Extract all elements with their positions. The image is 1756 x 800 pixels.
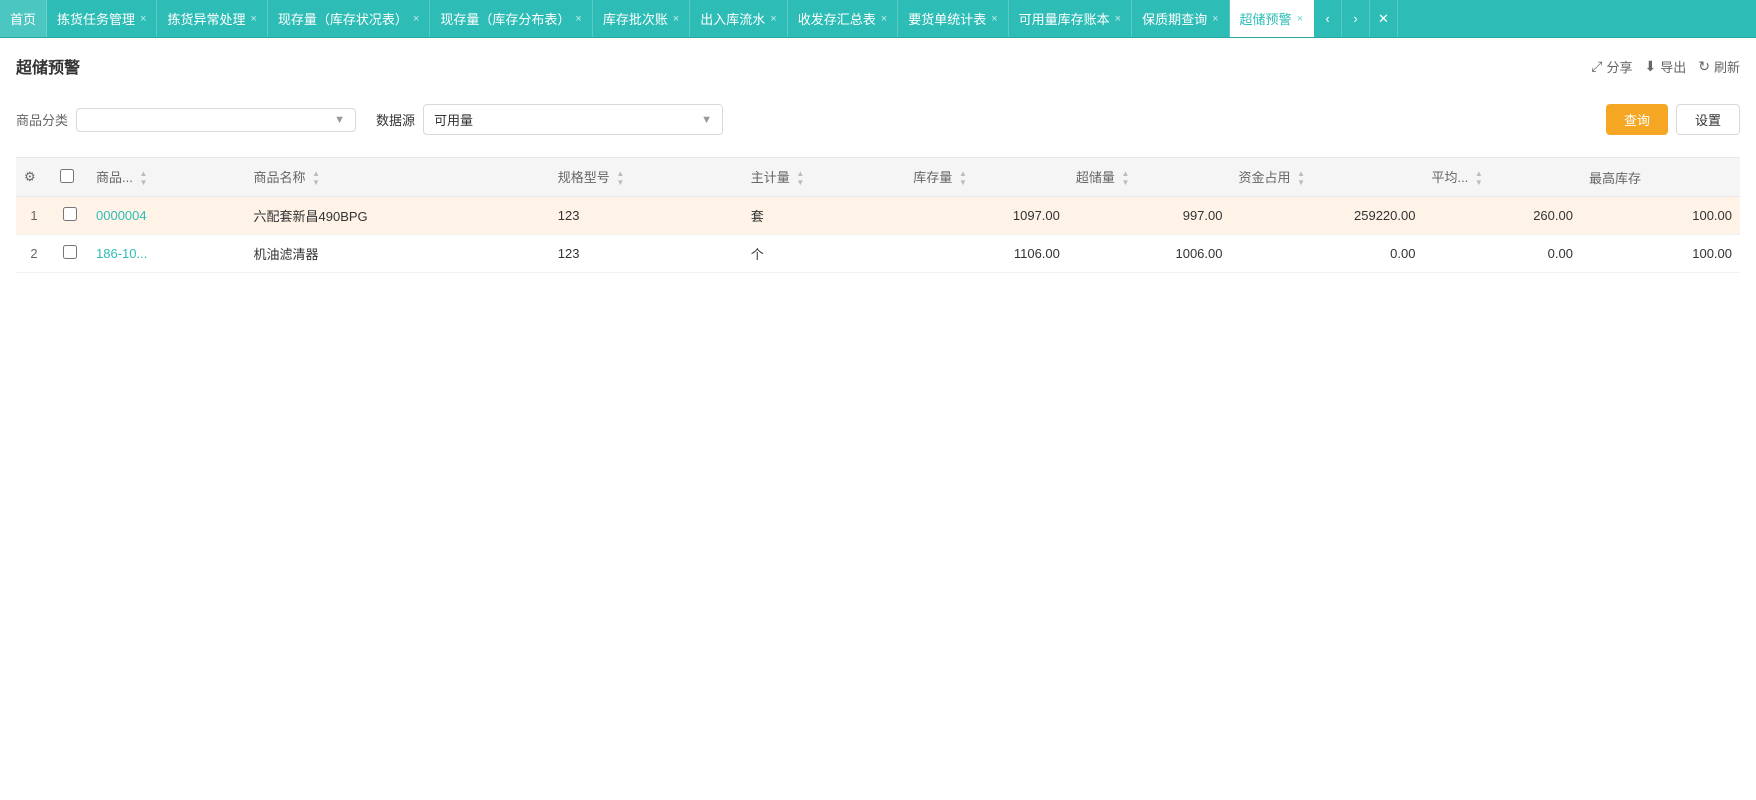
th-spec: 规格型号 ▲ ▼: [550, 158, 743, 197]
row-product-code-1: 0000004: [88, 197, 246, 235]
row-checkbox-2[interactable]: [52, 235, 88, 273]
table-row: 2 186-10... 机油滤清器 123 个 1106.00 1006.00 …: [16, 235, 1740, 273]
topbar: 首页 拣货任务管理 × 拣货异常处理 × 现存量（库存状况表） × 现存量（库存…: [0, 0, 1756, 38]
close-tab-batch[interactable]: ×: [673, 13, 679, 25]
close-tab-collect[interactable]: ×: [881, 13, 887, 25]
row-capital-2: 0.00: [1230, 235, 1423, 273]
share-button[interactable]: ⤢ 分享: [1591, 57, 1632, 76]
filter-category: 商品分类 ▼: [16, 108, 356, 132]
row-product-name-1: 六配套新昌490BPG: [246, 197, 550, 235]
tab-exception[interactable]: 拣货异常处理 ×: [157, 0, 267, 38]
tab-nav-close[interactable]: ✕: [1370, 0, 1398, 38]
row-avg-1: 260.00: [1423, 197, 1581, 235]
th-max-stock: 最高库存: [1581, 158, 1740, 197]
th-overstock: 超储量 ▲ ▼: [1068, 158, 1231, 197]
tab-collect[interactable]: 收发存汇总表 ×: [788, 0, 898, 38]
th-product-code: 商品... ▲ ▼: [88, 158, 246, 197]
sort-icon-spec[interactable]: ▲ ▼: [616, 170, 624, 187]
tab-overstock[interactable]: 超储预警 ×: [1230, 0, 1314, 38]
data-table: ⚙ 商品... ▲ ▼ 商品名称 ▲ ▼: [16, 157, 1740, 273]
row-avg-2: 0.00: [1423, 235, 1581, 273]
tab-inventory-dist[interactable]: 现存量（库存分布表） ×: [430, 0, 592, 38]
row-spec-2: 123: [550, 235, 743, 273]
sort-icon-stock[interactable]: ▲ ▼: [959, 170, 967, 187]
close-tab-order-stats[interactable]: ×: [991, 13, 997, 25]
th-checkbox: [52, 158, 88, 197]
refresh-button[interactable]: ↻ 刷新: [1698, 57, 1740, 76]
main-content: 超储预警 ⤢ 分享 ⬇ 导出 ↻ 刷新 商品分类 ▼ 数据源: [0, 38, 1756, 800]
th-capital: 资金占用 ▲ ▼: [1230, 158, 1423, 197]
th-settings: ⚙: [16, 158, 52, 197]
row-product-name-2: 机油滤清器: [246, 235, 550, 273]
filter-datasource: 数据源 可用量 ▼: [376, 104, 723, 135]
datasource-label: 数据源: [376, 110, 415, 129]
row-overstock-1: 997.00: [1068, 197, 1231, 235]
export-icon: ⬇: [1645, 58, 1657, 75]
close-tab-exception[interactable]: ×: [250, 13, 256, 25]
header-actions: ⤢ 分享 ⬇ 导出 ↻ 刷新: [1591, 57, 1740, 76]
row-max-stock-2: 100.00: [1581, 235, 1740, 273]
table-row: 1 0000004 六配套新昌490BPG 123 套 1097.00 997.…: [16, 197, 1740, 235]
datasource-select-arrow: ▼: [701, 114, 712, 126]
page-title: 超储预警: [16, 54, 80, 78]
row-unit-1: 套: [743, 197, 906, 235]
query-button[interactable]: 查询: [1606, 104, 1668, 135]
row-product-code-2: 186-10...: [88, 235, 246, 273]
tab-nav-next[interactable]: ›: [1342, 0, 1370, 38]
sort-icon-unit[interactable]: ▲ ▼: [796, 170, 804, 187]
refresh-icon: ↻: [1698, 58, 1710, 75]
settings-button[interactable]: 设置: [1676, 104, 1740, 135]
filter-row: 商品分类 ▼ 数据源 可用量 ▼ 查询 设置: [16, 94, 1740, 145]
tab-task-mgmt[interactable]: 拣货任务管理 ×: [47, 0, 157, 38]
sort-icon-overstock[interactable]: ▲ ▼: [1122, 170, 1130, 187]
row-num-2: 2: [16, 235, 52, 273]
close-tab-available[interactable]: ×: [1115, 13, 1121, 25]
row-spec-1: 123: [550, 197, 743, 235]
tab-order-stats[interactable]: 要货单统计表 ×: [898, 0, 1008, 38]
select-all-checkbox[interactable]: [60, 169, 74, 183]
filter-actions: 查询 设置: [1606, 104, 1740, 135]
export-button[interactable]: ⬇ 导出: [1645, 57, 1687, 76]
row-unit-2: 个: [743, 235, 906, 273]
page-header: 超储预警 ⤢ 分享 ⬇ 导出 ↻ 刷新: [16, 54, 1740, 78]
datasource-select[interactable]: 可用量 ▼: [423, 104, 723, 135]
row-stock-2: 1106.00: [905, 235, 1068, 273]
close-tab-overstock[interactable]: ×: [1297, 13, 1303, 25]
row-max-stock-1: 100.00: [1581, 197, 1740, 235]
th-avg: 平均... ▲ ▼: [1423, 158, 1581, 197]
row-capital-1: 259220.00: [1230, 197, 1423, 235]
sort-icon-product-name[interactable]: ▲ ▼: [312, 170, 320, 187]
datasource-value: 可用量: [434, 110, 473, 129]
sort-icon-product-code[interactable]: ▲ ▼: [139, 170, 147, 187]
tab-inout-flow[interactable]: 出入库流水 ×: [690, 0, 787, 38]
tab-home[interactable]: 首页: [0, 0, 47, 38]
close-tab-inout-flow[interactable]: ×: [770, 13, 776, 25]
category-select-arrow: ▼: [334, 114, 345, 126]
share-icon: ⤢: [1591, 58, 1602, 75]
close-tab-expiry[interactable]: ×: [1212, 13, 1218, 25]
close-tab-inventory-dist[interactable]: ×: [575, 13, 581, 25]
row-overstock-2: 1006.00: [1068, 235, 1231, 273]
close-tab-task-mgmt[interactable]: ×: [140, 13, 146, 25]
tab-expiry[interactable]: 保质期查询 ×: [1132, 0, 1229, 38]
tab-available[interactable]: 可用量库存账本 ×: [1009, 0, 1132, 38]
category-select[interactable]: ▼: [76, 108, 356, 132]
tab-inventory-status[interactable]: 现存量（库存状况表） ×: [268, 0, 430, 38]
table-header-row: ⚙ 商品... ▲ ▼ 商品名称 ▲ ▼: [16, 158, 1740, 197]
tab-nav-prev[interactable]: ‹: [1314, 0, 1342, 38]
row-select-2[interactable]: [63, 245, 77, 259]
category-label: 商品分类: [16, 110, 68, 129]
close-tab-inventory-status[interactable]: ×: [413, 13, 419, 25]
row-stock-1: 1097.00: [905, 197, 1068, 235]
th-stock: 库存量 ▲ ▼: [905, 158, 1068, 197]
th-unit: 主计量 ▲ ▼: [743, 158, 906, 197]
sort-icon-avg[interactable]: ▲ ▼: [1475, 170, 1483, 187]
settings-icon[interactable]: ⚙: [24, 169, 36, 184]
row-select-1[interactable]: [63, 207, 77, 221]
row-num-1: 1: [16, 197, 52, 235]
tab-batch[interactable]: 库存批次账 ×: [593, 0, 690, 38]
sort-icon-capital[interactable]: ▲ ▼: [1297, 170, 1305, 187]
row-checkbox-1[interactable]: [52, 197, 88, 235]
th-product-name: 商品名称 ▲ ▼: [246, 158, 550, 197]
